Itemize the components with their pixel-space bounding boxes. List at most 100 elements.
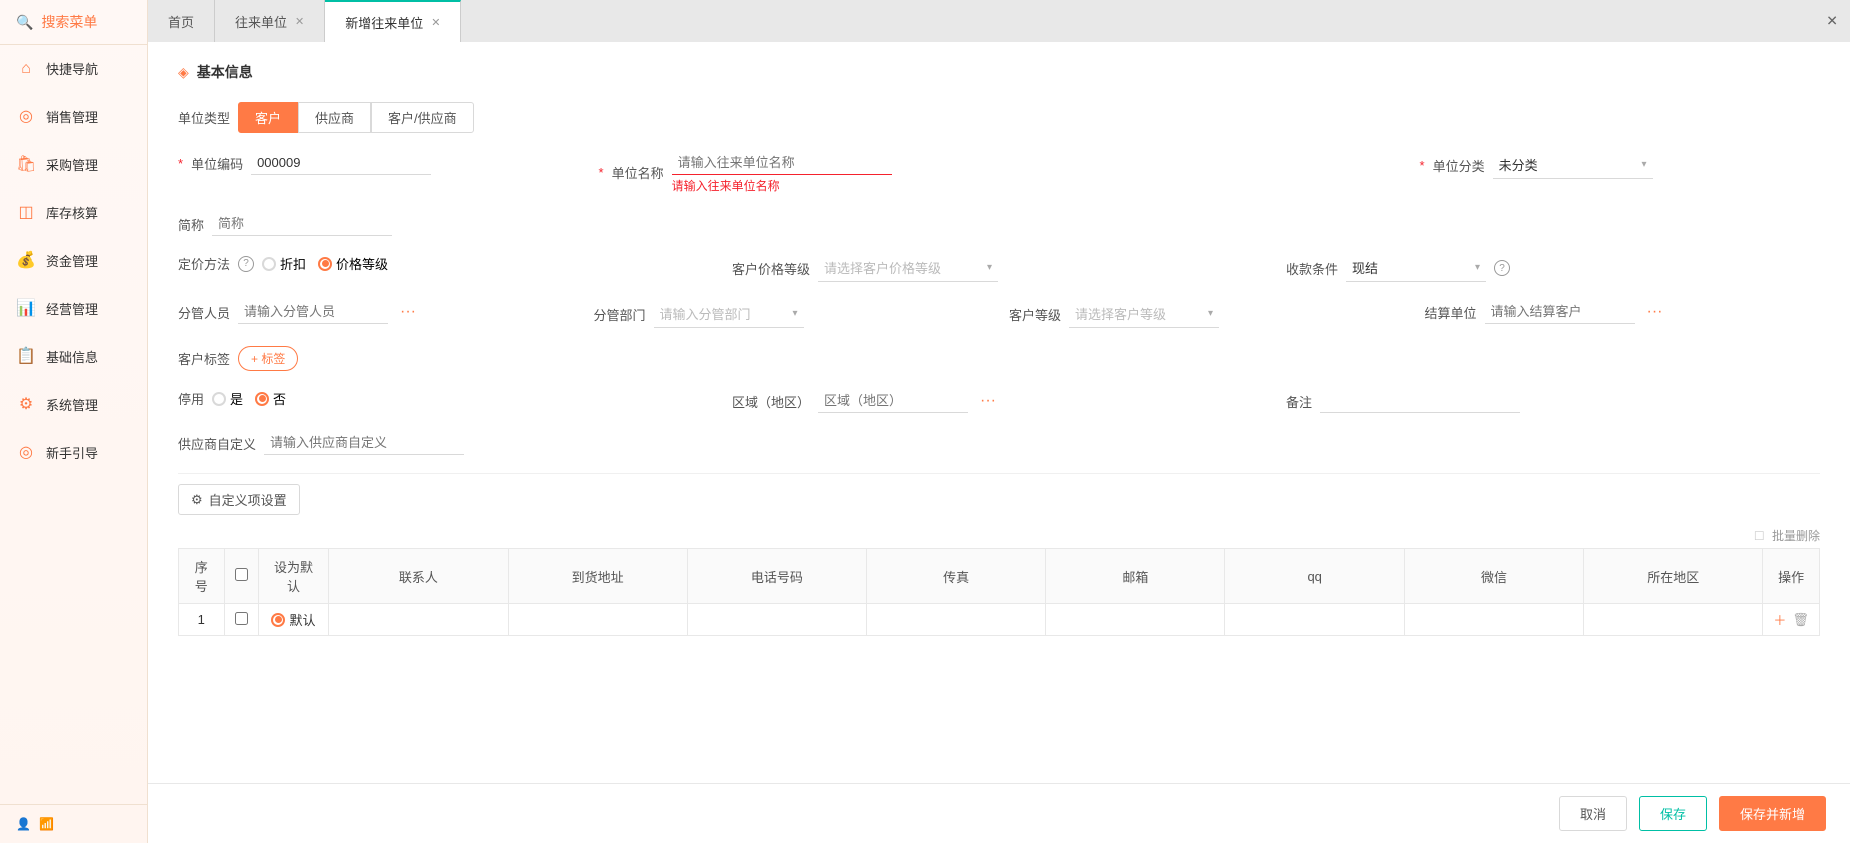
unit-category-select[interactable]: 未分类 ▾ <box>1493 151 1653 179</box>
sidebar-item-label: 快捷导航 <box>46 59 98 78</box>
disabled-no-radio[interactable] <box>255 392 269 406</box>
unit-type-supplier-btn[interactable]: 供应商 <box>298 102 371 133</box>
finance-icon: 💰 <box>16 250 36 270</box>
area-input[interactable] <box>1594 612 1752 627</box>
section-title: 基本信息 <box>197 62 253 82</box>
settlement-unit-field: 结算单位 ··· <box>1425 300 1821 324</box>
manager-input[interactable] <box>238 300 388 324</box>
pricing-discount-option[interactable]: 折扣 <box>262 254 306 273</box>
save-button[interactable]: 保存 <box>1639 796 1707 831</box>
disabled-yes-option[interactable]: 是 <box>212 389 243 408</box>
select-all-checkbox[interactable] <box>235 568 248 581</box>
col-checkbox <box>224 549 258 604</box>
sidebar-item-system[interactable]: ⚙ 系统管理 <box>0 380 147 428</box>
wechat-input[interactable] <box>1415 612 1573 627</box>
col-default: 设为默认 <box>258 549 329 604</box>
col-email: 邮箱 <box>1046 549 1225 604</box>
add-tag-button[interactable]: + 标签 <box>238 346 298 371</box>
cell-area[interactable] <box>1584 604 1763 636</box>
guide-icon: ◎ <box>16 442 36 462</box>
custom-settings-label: 自定义项设置 <box>209 490 287 509</box>
section-icon: ◈ <box>178 64 189 81</box>
customer-level-field: 客户等级 请选择客户等级 ▾ <box>1009 300 1405 328</box>
cell-fax[interactable] <box>867 604 1046 636</box>
tab-partner[interactable]: 往来单位 ✕ <box>215 0 325 42</box>
tab-home[interactable]: 首页 <box>148 0 215 42</box>
sidebar-item-inventory[interactable]: ◫ 库存核算 <box>0 188 147 236</box>
remark-input[interactable] <box>1320 389 1520 413</box>
disabled-no-option[interactable]: 否 <box>255 389 286 408</box>
cell-contact[interactable] <box>329 604 508 636</box>
sidebar-item-operations[interactable]: 📊 经营管理 <box>0 284 147 332</box>
sidebar-item-label: 采购管理 <box>46 155 98 174</box>
cell-email[interactable] <box>1046 604 1225 636</box>
settlement-unit-label: 结算单位 <box>1425 303 1477 322</box>
qq-input[interactable] <box>1235 612 1393 627</box>
default-radio[interactable] <box>271 613 285 627</box>
window-close-button[interactable]: ✕ <box>1826 13 1838 30</box>
batch-delete-area: ☐ 批量删除 <box>178 527 1820 544</box>
pricing-help-icon[interactable]: ? <box>238 256 254 272</box>
search-menu-button[interactable]: 🔍 搜索菜单 <box>0 0 147 45</box>
pricing-discount-radio[interactable] <box>262 257 276 271</box>
settlement-unit-more-btn[interactable]: ··· <box>1643 303 1667 321</box>
col-qq: qq <box>1225 549 1404 604</box>
table-row: 1 默认 <box>179 604 1820 636</box>
tab-new-partner[interactable]: 新增往来单位 ✕ <box>325 0 461 42</box>
remark-label: 备注 <box>1286 392 1312 411</box>
batch-delete-label[interactable]: 批量删除 <box>1772 529 1820 543</box>
pricing-level-option[interactable]: 价格等级 <box>318 254 388 273</box>
department-select[interactable]: 请输入分管部门 ▾ <box>654 300 804 328</box>
phone-input[interactable] <box>698 612 856 627</box>
disabled-yes-radio[interactable] <box>212 392 226 406</box>
department-value: 请输入分管部门 <box>660 304 789 323</box>
default-radio-item[interactable]: 默认 <box>269 610 319 629</box>
cell-address[interactable] <box>508 604 687 636</box>
save-new-button[interactable]: 保存并新增 <box>1719 796 1826 831</box>
supplier-custom-input[interactable] <box>264 431 464 455</box>
short-name-input[interactable] <box>212 212 392 236</box>
col-area: 所在地区 <box>1584 549 1763 604</box>
tab-new-partner-close[interactable]: ✕ <box>431 16 440 29</box>
pricing-level-radio[interactable] <box>318 257 332 271</box>
payment-terms-select[interactable]: 现结 ▾ <box>1346 254 1486 282</box>
row-checkbox[interactable] <box>235 612 248 625</box>
payment-terms-help-icon[interactable]: ? <box>1494 260 1510 276</box>
region-more-btn[interactable]: ··· <box>976 392 1000 410</box>
sidebar-item-quick-nav[interactable]: ⌂ 快捷导航 <box>0 45 147 92</box>
row-delete-icon[interactable]: 🗑 <box>1792 612 1809 628</box>
sidebar-item-finance[interactable]: 💰 资金管理 <box>0 236 147 284</box>
tab-home-label: 首页 <box>168 12 194 31</box>
cancel-button[interactable]: 取消 <box>1559 796 1627 831</box>
disabled-radio-group: 是 否 <box>212 389 286 408</box>
manager-more-btn[interactable]: ··· <box>396 303 420 321</box>
email-input[interactable] <box>1056 612 1214 627</box>
tab-partner-close[interactable]: ✕ <box>295 15 304 28</box>
fax-input[interactable] <box>877 612 1035 627</box>
row-add-icon[interactable]: ＋ <box>1773 610 1786 629</box>
customer-price-level-select[interactable]: 请选择客户价格等级 ▾ <box>818 254 998 282</box>
sidebar-item-purchase[interactable]: 🛍 采购管理 <box>0 140 147 188</box>
sidebar-item-guide[interactable]: ◎ 新手引导 <box>0 428 147 476</box>
cell-phone[interactable] <box>687 604 866 636</box>
basic-icon: 📋 <box>16 346 36 366</box>
settlement-unit-input[interactable] <box>1485 300 1635 324</box>
address-input[interactable] <box>519 612 677 627</box>
payment-terms-label: 收款条件 <box>1286 259 1338 278</box>
sidebar-item-basic[interactable]: 📋 基础信息 <box>0 332 147 380</box>
cell-qq[interactable] <box>1225 604 1404 636</box>
unit-name-input[interactable] <box>672 151 892 175</box>
region-input[interactable] <box>818 389 968 413</box>
disabled-row: 停用 是 否 区域（地区） ··· 备注 <box>178 389 1820 413</box>
unit-name-wrap: 请输入往来单位名称 <box>672 151 892 194</box>
cell-wechat[interactable] <box>1404 604 1583 636</box>
sidebar: 🔍 搜索菜单 ⌂ 快捷导航 ◎ 销售管理 🛍 采购管理 ◫ 库存核算 💰 资金管… <box>0 0 148 843</box>
supplier-custom-label: 供应商自定义 <box>178 434 256 453</box>
sidebar-item-sales[interactable]: ◎ 销售管理 <box>0 92 147 140</box>
unit-type-customer-btn[interactable]: 客户 <box>238 102 298 133</box>
contact-input[interactable] <box>339 612 497 627</box>
customer-level-select[interactable]: 请选择客户等级 ▾ <box>1069 300 1219 328</box>
unit-code-input[interactable] <box>251 151 431 175</box>
unit-type-both-btn[interactable]: 客户/供应商 <box>371 102 474 133</box>
custom-settings-button[interactable]: ⚙ 自定义项设置 <box>178 484 300 515</box>
